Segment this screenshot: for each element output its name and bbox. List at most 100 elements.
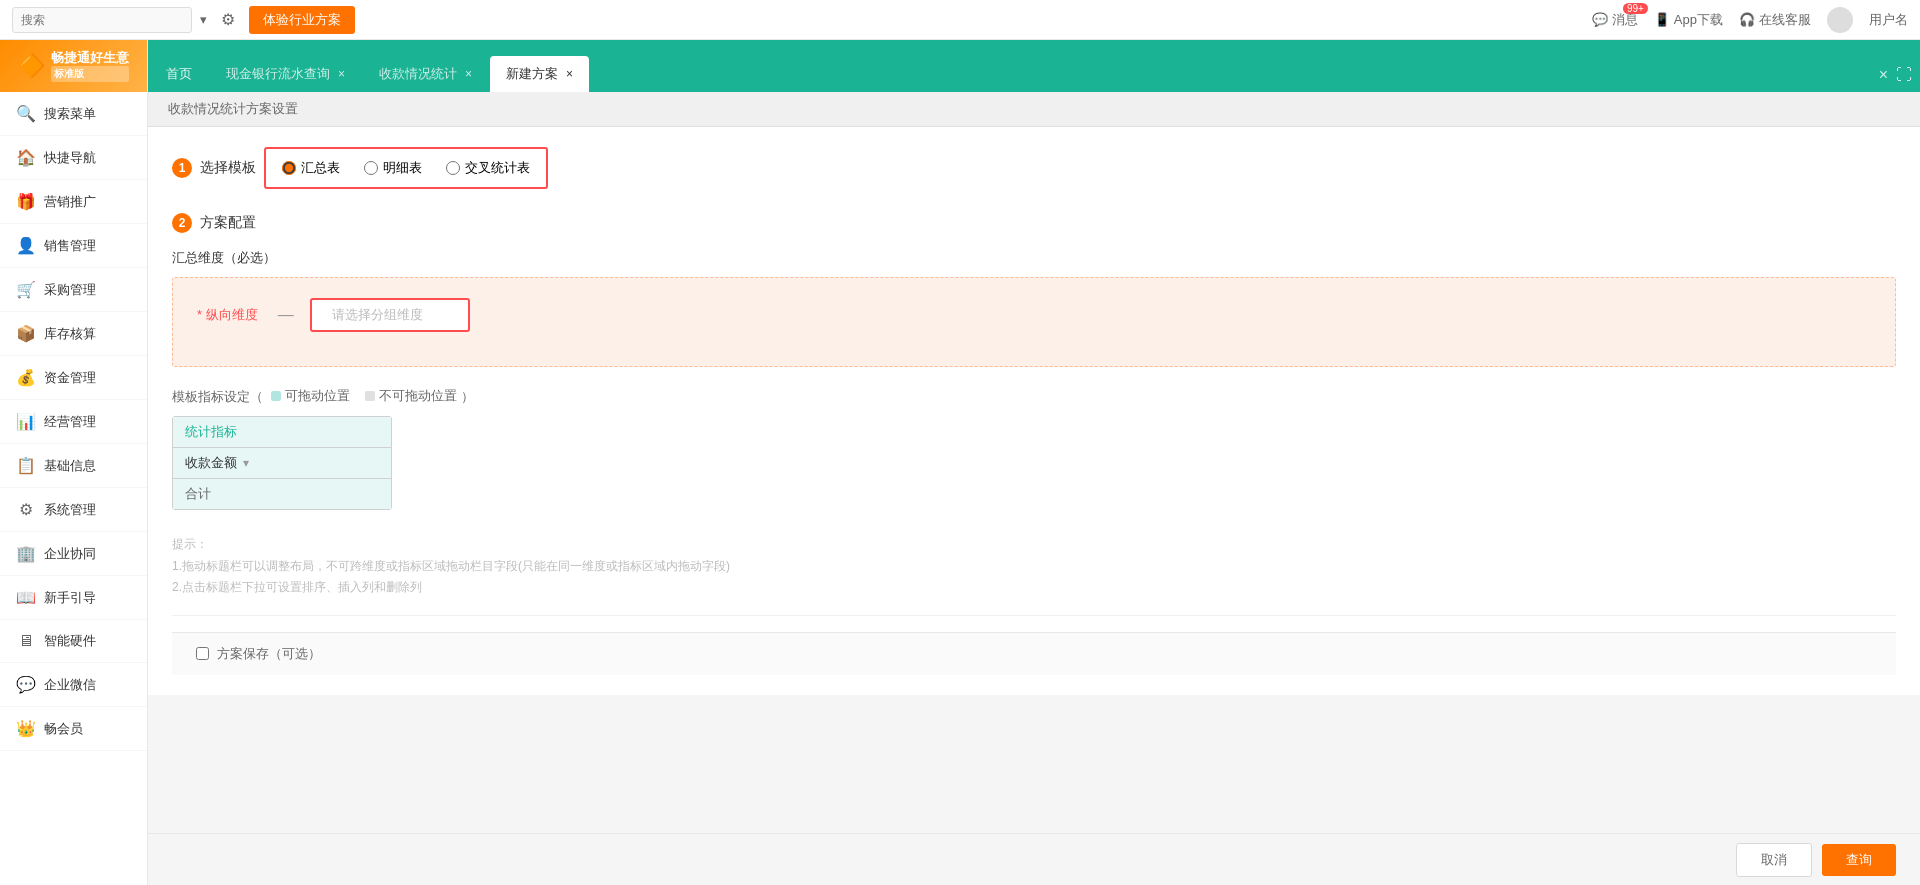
user-name: 用户名 (1869, 11, 1908, 29)
settings-icon[interactable]: ⚙ (215, 7, 241, 33)
logo-name: 畅捷通好生意 (51, 50, 129, 66)
online-service-button[interactable]: 🎧 在线客服 (1739, 11, 1811, 29)
sidebar-item-label: 智能硬件 (44, 632, 96, 650)
online-service-label: 在线客服 (1759, 11, 1811, 29)
indicator-table-header: 统计指标 (173, 417, 391, 448)
indicator-table: 统计指标 收款金额 ▾ 合计 (172, 416, 392, 510)
sidebar-item-guide[interactable]: 📖 新手引导 (0, 576, 147, 620)
dimension-select[interactable]: 请选择分组维度 (310, 298, 470, 332)
sidebar-item-purchase[interactable]: 🛒 采购管理 (0, 268, 147, 312)
radio-cross[interactable]: 交叉统计表 (446, 159, 530, 177)
crown-icon: 👑 (16, 719, 36, 738)
radio-detail-input[interactable] (364, 161, 378, 175)
tab-collection-stats-label: 收款情况统计 (379, 65, 457, 83)
sidebar-item-basic-info[interactable]: 📋 基础信息 (0, 444, 147, 488)
dimension-title: 汇总维度（必选） (172, 249, 1896, 267)
radio-summary[interactable]: 汇总表 (282, 159, 340, 177)
section2-header: 2 方案配置 (172, 213, 1896, 233)
sidebar-item-marketing[interactable]: 🎁 营销推广 (0, 180, 147, 224)
indicator-row-2: 合计 (173, 479, 391, 509)
logo: 🔶 畅捷通好生意 标准版 (0, 40, 147, 92)
top-bar-right: 💬 消息 99+ 📱 App下载 🎧 在线客服 用户名 (1592, 7, 1908, 33)
sidebar-item-label: 企业微信 (44, 676, 96, 694)
divider (172, 615, 1896, 616)
sidebar-item-hardware[interactable]: 🖥 智能硬件 (0, 620, 147, 663)
close-window-icon[interactable]: × (1879, 66, 1888, 84)
tab-close-icon[interactable]: × (566, 67, 573, 81)
dropdown-arrow[interactable]: ▾ (200, 12, 207, 27)
top-bar: ▾ ⚙ 体验行业方案 💬 消息 99+ 📱 App下载 🎧 在线客服 用户名 (0, 0, 1920, 40)
tab-collection-stats[interactable]: 收款情况统计 × (363, 56, 488, 92)
message-badge: 99+ (1623, 3, 1648, 14)
radio-summary-label: 汇总表 (301, 159, 340, 177)
money-icon: 💰 (16, 368, 36, 387)
section2-title: 方案配置 (200, 214, 256, 232)
indicator-label-end: ） (461, 389, 474, 404)
indicator-row-1[interactable]: 收款金额 ▾ (173, 448, 391, 479)
chevron-down-icon: ▾ (200, 12, 207, 27)
tab-close-icon[interactable]: × (338, 67, 345, 81)
sidebar-item-wechat[interactable]: 💬 企业微信 (0, 663, 147, 707)
radio-cross-input[interactable] (446, 161, 460, 175)
trial-button[interactable]: 体验行业方案 (249, 6, 355, 34)
legend-movable-dot (271, 391, 281, 401)
legend-unmovable-label: 不可拖动位置 (379, 387, 457, 405)
sidebar-item-system[interactable]: ⚙ 系统管理 (0, 488, 147, 532)
sales-icon: 👤 (16, 236, 36, 255)
sidebar-item-label: 快捷导航 (44, 149, 96, 167)
sidebar-item-enterprise[interactable]: 🏢 企业协同 (0, 532, 147, 576)
sidebar-item-label: 企业协同 (44, 545, 96, 563)
monitor-icon: 🖥 (16, 632, 36, 650)
app-download-button[interactable]: 📱 App下载 (1654, 11, 1723, 29)
sidebar-item-member[interactable]: 👑 畅会员 (0, 707, 147, 751)
radio-cross-label: 交叉统计表 (465, 159, 530, 177)
box-icon: 📦 (16, 324, 36, 343)
sidebar-item-operations[interactable]: 📊 经营管理 (0, 400, 147, 444)
section1-num: 1 (172, 158, 192, 178)
tab-bank-flow-label: 现金银行流水查询 (226, 65, 330, 83)
search-input[interactable] (12, 7, 192, 33)
sidebar-item-quick-nav[interactable]: 🏠 快捷导航 (0, 136, 147, 180)
tab-bar: 首页 现金银行流水查询 × 收款情况统计 × 新建方案 × × ⛶ (148, 40, 1920, 92)
sidebar-item-sales[interactable]: 👤 销售管理 (0, 224, 147, 268)
query-button[interactable]: 查询 (1822, 844, 1896, 876)
cancel-button[interactable]: 取消 (1736, 843, 1812, 877)
download-icon: 📱 (1654, 12, 1670, 27)
service-icon: 🎧 (1739, 12, 1755, 27)
sidebar-item-label: 采购管理 (44, 281, 96, 299)
gear-icon: ⚙ (16, 500, 36, 519)
maximize-icon[interactable]: ⛶ (1896, 66, 1912, 84)
sidebar-item-label: 销售管理 (44, 237, 96, 255)
tab-bank-flow[interactable]: 现金银行流水查询 × (210, 56, 361, 92)
dimension-select-placeholder: 请选择分组维度 (332, 307, 423, 322)
save-section: 方案保存（可选） (172, 632, 1896, 675)
indicator-dropdown-icon[interactable]: ▾ (243, 456, 249, 470)
sidebar-item-inventory[interactable]: 📦 库存核算 (0, 312, 147, 356)
tab-close-icon[interactable]: × (465, 67, 472, 81)
sidebar-item-label: 经营管理 (44, 413, 96, 431)
tab-home[interactable]: 首页 (150, 56, 208, 92)
chart-icon: 📊 (16, 412, 36, 431)
indicator-cell-2: 合计 (173, 479, 223, 509)
avatar[interactable] (1827, 7, 1853, 33)
radio-detail-label: 明细表 (383, 159, 422, 177)
sidebar-item-label: 库存核算 (44, 325, 96, 343)
sidebar-item-finance[interactable]: 💰 资金管理 (0, 356, 147, 400)
save-checkbox[interactable] (196, 647, 209, 660)
cart-icon: 🛒 (16, 280, 36, 299)
tips-title: 提示： (172, 534, 1896, 556)
page-header: 收款情况统计方案设置 (148, 92, 1920, 127)
section1-header: 1 选择模板 汇总表 明细表 (172, 147, 1896, 189)
section1-title: 选择模板 (200, 159, 256, 177)
indicator-label-text: 模板指标设定（ (172, 389, 263, 404)
book-icon: 📖 (16, 588, 36, 607)
message-button[interactable]: 💬 消息 99+ (1592, 11, 1638, 29)
radio-summary-input[interactable] (282, 161, 296, 175)
sidebar-item-search[interactable]: 🔍 搜索菜单 (0, 92, 147, 136)
tab-new-plan[interactable]: 新建方案 × (490, 56, 589, 92)
tab-bar-actions: × ⛶ (1879, 66, 1920, 92)
radio-detail[interactable]: 明细表 (364, 159, 422, 177)
tips-area: 提示： 1.拖动标题栏可以调整布局，不可跨维度或指标区域拖动栏目字段(只能在同一… (172, 534, 1896, 599)
dimension-area: * 纵向维度 — 请选择分组维度 (172, 277, 1896, 367)
section2-num: 2 (172, 213, 192, 233)
